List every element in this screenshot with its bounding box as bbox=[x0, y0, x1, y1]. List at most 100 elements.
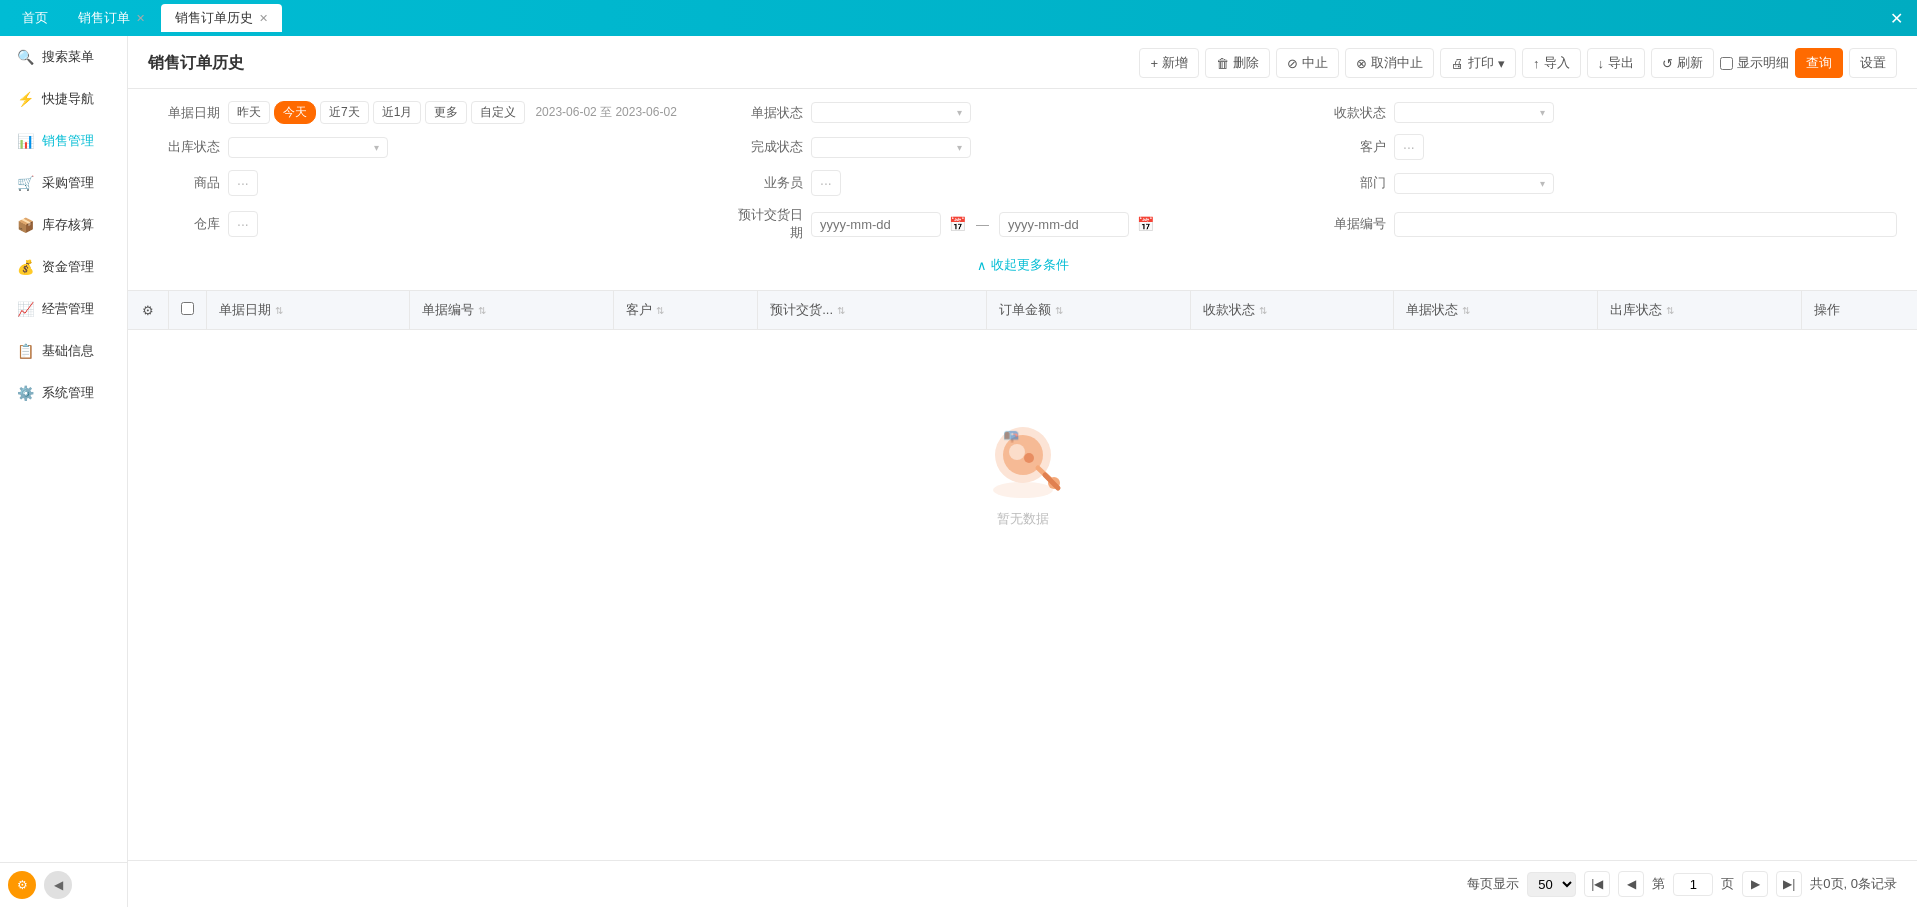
sidebar-item-operations[interactable]: 📈 经营管理 bbox=[0, 288, 127, 330]
delete-icon: 🗑 bbox=[1216, 56, 1229, 71]
per-page-select[interactable]: 50 bbox=[1527, 872, 1576, 897]
bill-status-control: ▾ bbox=[811, 102, 1314, 123]
quicknav-icon: ⚡ bbox=[16, 90, 34, 108]
import-button[interactable]: ↑ 导入 bbox=[1522, 48, 1581, 78]
last-page-btn[interactable]: ▶| bbox=[1776, 871, 1802, 897]
add-icon: + bbox=[1150, 56, 1158, 71]
col-customer-sort[interactable]: 客户 ⇅ bbox=[626, 301, 745, 319]
empty-illustration: 📭 bbox=[973, 410, 1073, 510]
date-1month-btn[interactable]: 近1月 bbox=[373, 101, 422, 124]
sidebar-item-basic-info[interactable]: 📋 基础信息 bbox=[0, 330, 127, 372]
page-title: 销售订单历史 bbox=[148, 53, 244, 74]
sidebar-item-purchase[interactable]: 🛒 采购管理 bbox=[0, 162, 127, 204]
first-page-btn[interactable]: |◀ bbox=[1584, 871, 1610, 897]
warehouse-dots-btn[interactable]: ··· bbox=[228, 211, 258, 237]
sidebar-item-sales[interactable]: 📊 销售管理 bbox=[0, 120, 127, 162]
setting-button[interactable]: 设置 bbox=[1849, 48, 1897, 78]
window-close-icon[interactable]: ✕ bbox=[1884, 9, 1909, 28]
stop-button[interactable]: ⊘ 中止 bbox=[1276, 48, 1339, 78]
col-customer: 客户 ⇅ bbox=[614, 291, 758, 330]
svg-point-0 bbox=[993, 482, 1053, 498]
col-delivery-sort[interactable]: 预计交货... ⇅ bbox=[770, 301, 974, 319]
col-number-sort[interactable]: 单据编号 ⇅ bbox=[422, 301, 601, 319]
refresh-button[interactable]: ↺ 刷新 bbox=[1651, 48, 1714, 78]
col-date-sort[interactable]: 单据日期 ⇅ bbox=[219, 301, 398, 319]
display-detail-checkbox[interactable] bbox=[1720, 57, 1733, 70]
search-button[interactable]: 查询 bbox=[1795, 48, 1843, 78]
print-icon: 🖨 bbox=[1451, 56, 1464, 71]
delivery-date-end[interactable] bbox=[999, 212, 1129, 237]
col-amount: 订单金额 ⇅ bbox=[986, 291, 1190, 330]
empty-state-row: 📭 暂无数据 bbox=[128, 330, 1917, 609]
pagination-bar: 每页显示 50 |◀ ◀ 第 页 ▶ ▶| 共0页, 0条记录 bbox=[128, 860, 1917, 907]
delivery-date-start[interactable] bbox=[811, 212, 941, 237]
pay-status-arrow-icon: ▾ bbox=[1540, 107, 1545, 118]
delivery-date-control: 📅 — 📅 bbox=[811, 212, 1314, 237]
sidebar-item-search[interactable]: 🔍 搜索菜单 bbox=[0, 36, 127, 78]
goods-dots-btn[interactable]: ··· bbox=[228, 170, 258, 196]
main-layout: 🔍 搜索菜单 ⚡ 快捷导航 📊 销售管理 🛒 采购管理 📦 库存核算 💰 资金管… bbox=[0, 36, 1917, 907]
col-date: 单据日期 ⇅ bbox=[206, 291, 410, 330]
table-settings-icon[interactable]: ⚙ bbox=[142, 303, 154, 318]
pay-status-select[interactable]: ▾ bbox=[1394, 102, 1554, 123]
date-more-btn[interactable]: 更多 bbox=[425, 101, 467, 124]
bill-status-select[interactable]: ▾ bbox=[811, 102, 971, 123]
sidebar-collapse-btn[interactable]: ◀ bbox=[44, 871, 72, 899]
sidebar-item-quicknav[interactable]: ⚡ 快捷导航 bbox=[0, 78, 127, 120]
table-area: ⚙ 单据日期 ⇅ 单据编号 bbox=[128, 291, 1917, 860]
date-custom-btn[interactable]: 自定义 bbox=[471, 101, 525, 124]
col-delivery-sort-icon: ⇅ bbox=[837, 305, 845, 316]
tab-home[interactable]: 首页 bbox=[8, 4, 62, 32]
prev-page-btn[interactable]: ◀ bbox=[1618, 871, 1644, 897]
close-tab-sales-order[interactable]: ✕ bbox=[136, 12, 145, 25]
salesperson-control: ··· bbox=[811, 170, 1314, 196]
page-header: 销售订单历史 + 新增 🗑 删除 ⊘ 中止 ⊗ bbox=[128, 36, 1917, 89]
out-stock-select[interactable]: ▾ bbox=[228, 137, 388, 158]
calendar-start-icon[interactable]: 📅 bbox=[949, 216, 966, 232]
goods-control: ··· bbox=[228, 170, 731, 196]
data-table: ⚙ 单据日期 ⇅ 单据编号 bbox=[128, 291, 1917, 608]
col-action: 操作 bbox=[1801, 291, 1917, 330]
tab-sales-order[interactable]: 销售订单 ✕ bbox=[64, 4, 159, 32]
col-amount-sort[interactable]: 订单金额 ⇅ bbox=[999, 301, 1178, 319]
refresh-icon: ↺ bbox=[1662, 56, 1673, 71]
col-out-stock-sort[interactable]: 出库状态 ⇅ bbox=[1610, 301, 1789, 319]
salesperson-label: 业务员 bbox=[731, 174, 811, 192]
cancel-stop-button[interactable]: ⊗ 取消中止 bbox=[1345, 48, 1434, 78]
delivery-label: 预计交货日期 bbox=[731, 206, 811, 242]
out-stock-control: ▾ bbox=[228, 137, 731, 158]
close-tab-sales-order-history[interactable]: ✕ bbox=[259, 12, 268, 25]
add-button[interactable]: + 新增 bbox=[1139, 48, 1199, 78]
order-no-input[interactable] bbox=[1394, 212, 1897, 237]
empty-state: 📭 暂无数据 bbox=[128, 330, 1917, 608]
sidebar-item-system[interactable]: ⚙️ 系统管理 bbox=[0, 372, 127, 414]
top-bar-right: ✕ bbox=[1884, 9, 1909, 28]
salesperson-dots-btn[interactable]: ··· bbox=[811, 170, 841, 196]
per-page-label: 每页显示 bbox=[1467, 875, 1519, 893]
col-bill-status-sort[interactable]: 单据状态 ⇅ bbox=[1406, 301, 1585, 319]
sidebar-item-inventory[interactable]: 📦 库存核算 bbox=[0, 204, 127, 246]
print-button[interactable]: 🖨 打印 ▾ bbox=[1440, 48, 1516, 78]
complete-select[interactable]: ▾ bbox=[811, 137, 971, 158]
collapse-row[interactable]: ∧ 收起更多条件 bbox=[148, 252, 1897, 278]
delete-button[interactable]: 🗑 删除 bbox=[1205, 48, 1270, 78]
tab-sales-order-history[interactable]: 销售订单历史 ✕ bbox=[161, 4, 282, 32]
customer-dots-btn[interactable]: ··· bbox=[1394, 134, 1424, 160]
calendar-end-icon[interactable]: 📅 bbox=[1137, 216, 1154, 232]
complete-label: 完成状态 bbox=[731, 138, 811, 156]
page-number-input[interactable] bbox=[1673, 873, 1713, 896]
date-yesterday-btn[interactable]: 昨天 bbox=[228, 101, 270, 124]
pay-status-label: 收款状态 bbox=[1314, 104, 1394, 122]
sidebar-item-finance[interactable]: 💰 资金管理 bbox=[0, 246, 127, 288]
col-pay-status-sort[interactable]: 收款状态 ⇅ bbox=[1203, 301, 1382, 319]
next-page-btn[interactable]: ▶ bbox=[1742, 871, 1768, 897]
export-button[interactable]: ↓ 导出 bbox=[1587, 48, 1646, 78]
sidebar-settings-btn[interactable]: ⚙ bbox=[8, 871, 36, 899]
date-7days-btn[interactable]: 近7天 bbox=[320, 101, 369, 124]
col-bill-status-sort-icon: ⇅ bbox=[1462, 305, 1470, 316]
select-all-checkbox[interactable] bbox=[181, 302, 194, 315]
date-today-btn[interactable]: 今天 bbox=[274, 101, 316, 124]
dept-select[interactable]: ▾ bbox=[1394, 173, 1554, 194]
customer-label: 客户 bbox=[1314, 138, 1394, 156]
basic-info-icon: 📋 bbox=[16, 342, 34, 360]
